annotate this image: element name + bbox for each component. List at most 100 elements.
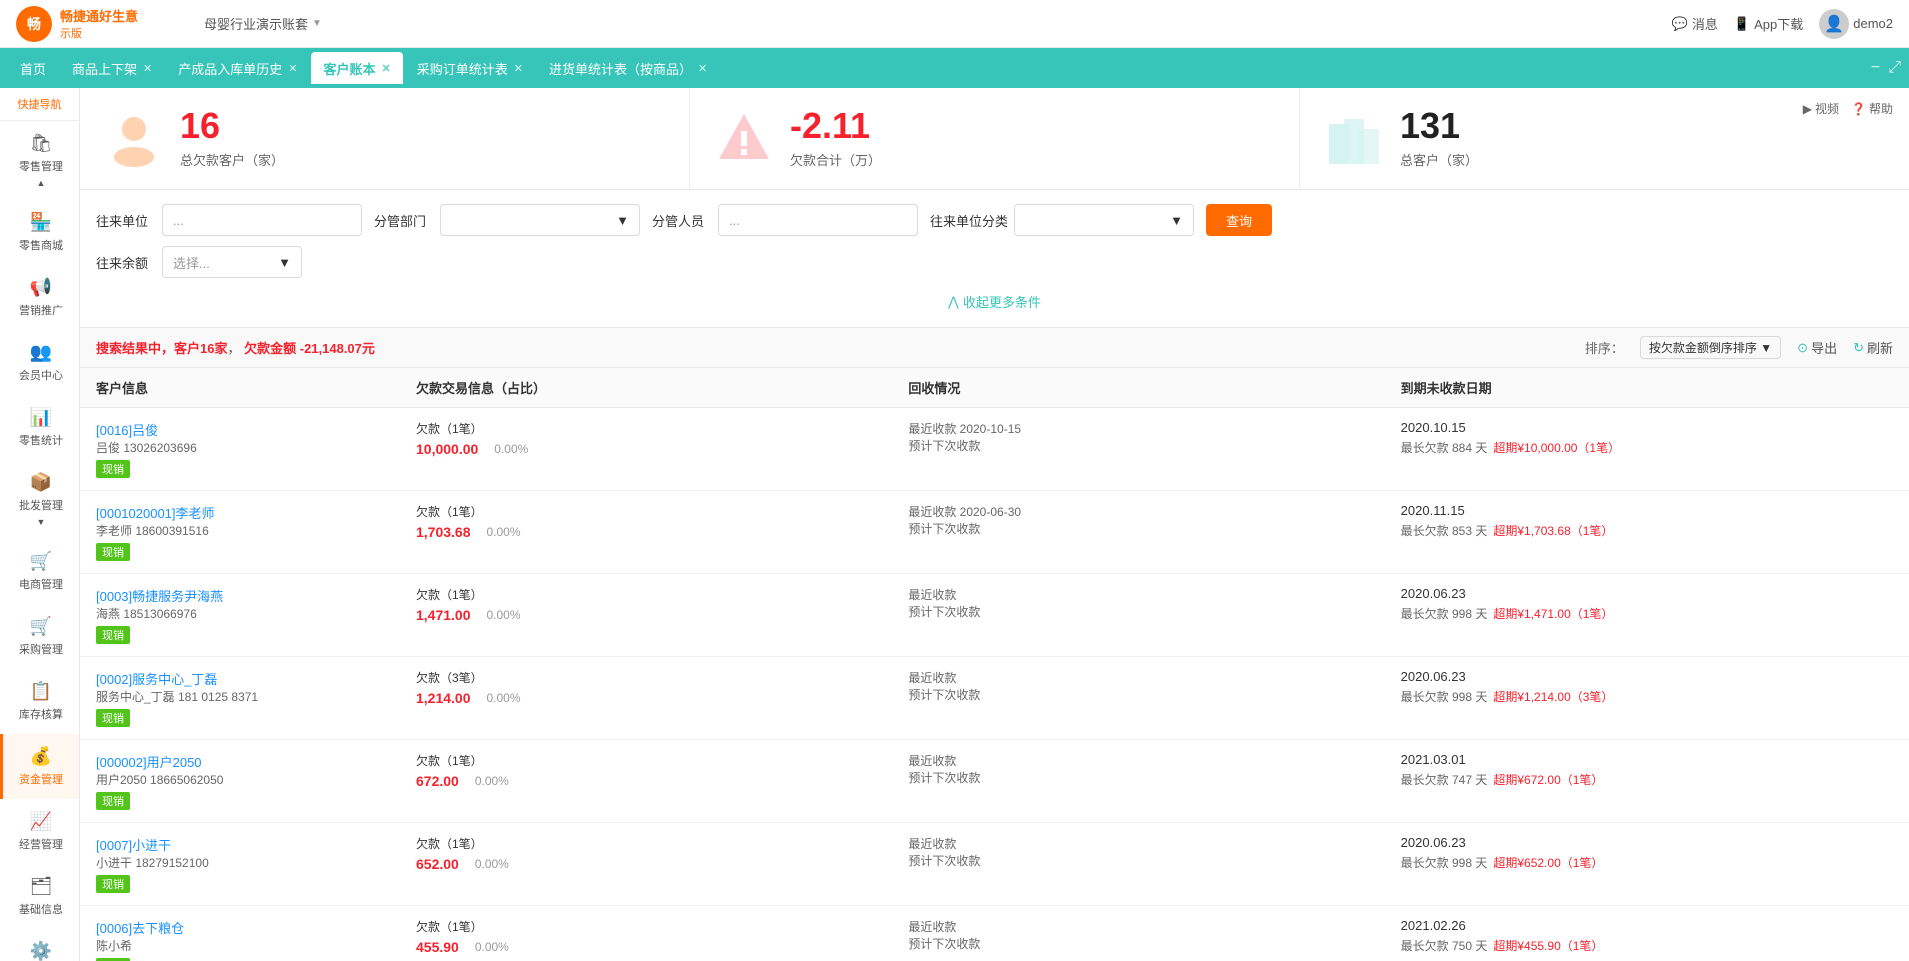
industry-selector[interactable]: 母婴行业演示账套 ▼ [196,14,1672,33]
debt-cell-4: 欠款（1笔） 672.00 0.00% [416,752,908,789]
table-row: [0016]吕俊 吕俊 13026203696 现销 欠款（1笔） 10,000… [80,408,1909,491]
sidebar-item-retail-mgmt[interactable]: 🛍 零售管理 ▲ [0,121,79,200]
collect-cell-0: 最近收款 2020-10-15 预计下次收款 [908,420,1400,454]
summary-card1-text: 16 总欠款客户（家） [180,108,284,169]
result-info: 搜索结果中，客户16家， 欠款金额 -21,148.07元 [96,338,375,357]
sidebar-item-batch-mgmt[interactable]: 📦 批发管理 ▼ [0,460,79,539]
customer-code-4[interactable]: [000002]用户2050 [96,752,416,771]
filter-area: 往来单位 ... 分管部门 ▼ 分管人员 ... [80,190,1909,328]
source-unit-input[interactable]: ... [162,204,362,236]
customer-code-5[interactable]: [0007]小进干 [96,835,416,854]
customer-code-0[interactable]: [0016]吕俊 [96,420,416,439]
customer-cell-4: [000002]用户2050 用户2050 18665062050 现销 [96,752,416,810]
result-bar: 搜索结果中，客户16家， 欠款金额 -21,148.07元 排序： 按欠款金额倒… [80,328,1909,368]
collect-cell-6: 最近收款 预计下次收款 [908,918,1400,952]
video-btn[interactable]: ▶ 视频 [1803,100,1839,117]
summary-card-debt: -2.11 欠款合计（万） [690,88,1300,189]
summary-card-total: 131 总客户（家） ▶ 视频 ❓ 帮助 [1300,88,1909,189]
member-icon: 👥 [30,342,52,363]
filter-dept: 分管部门 ▼ [374,204,640,236]
tab-purchase[interactable]: 采购订单统计表 ✕ [405,52,535,84]
customer-code-6[interactable]: [0006]去下粮仓 [96,918,416,937]
user-avatar: 👤 [1819,9,1849,39]
tab-customer[interactable]: 客户账本 ✕ [311,52,402,84]
table-row: [0001020001]李老师 李老师 18600391516 现销 欠款（1笔… [80,491,1909,574]
expire-cell-4: 2021.03.01 最长欠款 747 天 超期¥672.00（1笔） [1401,752,1893,788]
tab-maximize-btn[interactable]: ⤢ [1888,59,1901,77]
customer-cell-0: [0016]吕俊 吕俊 13026203696 现销 [96,420,416,478]
export-btn[interactable]: ⊙ 导出 [1797,338,1837,357]
table-header: 客户信息 欠款交易信息（占比） 回收情况 到期未收款日期 [80,368,1909,408]
table-row: [000002]用户2050 用户2050 18665062050 现销 欠款（… [80,740,1909,823]
summary-icon-customers [104,109,164,169]
top-right-actions: 💬 消息 📱 App下载 👤 demo2 [1672,9,1893,39]
retail-mall-icon: 🏪 [30,212,52,233]
sidebar-item-finance[interactable]: 💰 资金管理 [0,734,79,799]
dept-arrow: ▼ [616,213,629,228]
sort-arrow: ▼ [1760,341,1772,355]
tab-purchase-close[interactable]: ✕ [514,62,523,75]
tab-bar-actions: − ⤢ [1871,59,1901,77]
refresh-icon: ↻ [1853,340,1864,356]
tab-goods-close[interactable]: ✕ [143,62,152,75]
tab-storage-close[interactable]: ✕ [288,62,297,75]
retail-stat-icon: 📊 [30,407,52,428]
refresh-btn[interactable]: ↻ 刷新 [1853,338,1893,357]
query-button[interactable]: 查询 [1206,204,1272,236]
data-table: 客户信息 欠款交易信息（占比） 回收情况 到期未收款日期 [0016]吕俊 吕俊… [80,368,1909,961]
summary-bar: 16 总欠款客户（家） -2.11 欠款合计（万） [80,88,1909,190]
sidebar: 快捷导航 🛍 零售管理 ▲ 🏪 零售商城 📢 营销推广 👥 会员中心 📊 零售统… [0,88,80,961]
expire-cell-3: 2020.06.23 最长欠款 998 天 超期¥1,214.00（3笔） [1401,669,1893,705]
balance-arrow: ▼ [278,255,291,270]
tab-import[interactable]: 进货单统计表（按商品） ✕ [537,52,719,84]
customer-code-1[interactable]: [0001020001]李老师 [96,503,416,522]
help-btn[interactable]: ❓ 帮助 [1851,100,1893,117]
balance-select[interactable]: 选择... ▼ [162,246,302,278]
summary-icon-debt [714,109,774,169]
sidebar-item-operation[interactable]: 📈 经营管理 [0,799,79,864]
tab-goods[interactable]: 商品上下架 ✕ [60,52,164,84]
sidebar-item-member[interactable]: 👥 会员中心 [0,330,79,395]
customer-code-3[interactable]: [0002]服务中心_丁磊 [96,669,416,688]
sidebar-item-ecommerce[interactable]: 🛒 电商管理 [0,539,79,604]
tab-customer-close[interactable]: ✕ [382,62,391,75]
collapse-filter-btn[interactable]: ⋀ 收起更多条件 [96,288,1893,321]
sidebar-item-retail-stat[interactable]: 📊 零售统计 [0,395,79,460]
tab-storage[interactable]: 产成品入库单历史 ✕ [166,52,309,84]
logo-icon: 畅 [16,6,52,42]
tab-minimize-btn[interactable]: − [1871,59,1880,77]
tab-home[interactable]: 首页 [8,52,58,84]
basic-icon: 🗂 [30,876,53,897]
top-bar: 畅 畅捷通好生意 示版 母婴行业演示账套 ▼ 💬 消息 📱 App下载 👤 de… [0,0,1909,48]
inventory-icon: 📋 [30,681,52,702]
ecommerce-icon: 🛒 [30,551,52,572]
dept-select[interactable]: ▼ [440,204,640,236]
person-input[interactable]: ... [718,204,918,236]
customer-cell-2: [0003]畅捷服务尹海燕 海燕 18513066976 现销 [96,586,416,644]
message-btn[interactable]: 💬 消息 [1672,14,1718,33]
app-download-btn[interactable]: 📱 App下载 [1734,14,1803,33]
retail-mgmt-icon: 🛍 [30,133,53,154]
tab-import-close[interactable]: ✕ [698,62,707,75]
sort-select[interactable]: 按欠款金额倒序排序 ▼ [1640,336,1781,359]
sidebar-item-retail-mall[interactable]: 🏪 零售商城 [0,200,79,265]
industry-arrow: ▼ [312,18,322,29]
sidebar-item-purchase[interactable]: 🛒 采购管理 [0,604,79,669]
debt-cell-6: 欠款（1笔） 455.90 0.00% [416,918,908,955]
unit-category-select[interactable]: ▼ [1014,204,1194,236]
video-icon: ▶ [1803,102,1812,116]
collect-cell-4: 最近收款 预计下次收款 [908,752,1400,786]
sidebar-item-marketing[interactable]: 📢 营销推广 [0,265,79,330]
filter-row-2: 往来余额 选择... ▼ [96,246,1893,278]
debt-cell-3: 欠款（3笔） 1,214.00 0.00% [416,669,908,706]
user-menu[interactable]: 👤 demo2 [1819,9,1893,39]
sidebar-item-inventory[interactable]: 📋 库存核算 [0,669,79,734]
marketing-icon: 📢 [30,277,52,298]
collect-cell-1: 最近收款 2020-06-30 预计下次收款 [908,503,1400,537]
sidebar-item-basic[interactable]: 🗂 基础信息 [0,864,79,929]
expire-cell-6: 2021.02.26 最长欠款 750 天 超期¥455.90（1笔） [1401,918,1893,954]
sidebar-item-system[interactable]: ⚙️ 系统管理 [0,929,79,961]
customer-cell-6: [0006]去下粮仓 陈小希 现销 [96,918,416,961]
customer-code-2[interactable]: [0003]畅捷服务尹海燕 [96,586,416,605]
collect-cell-3: 最近收款 预计下次收款 [908,669,1400,703]
